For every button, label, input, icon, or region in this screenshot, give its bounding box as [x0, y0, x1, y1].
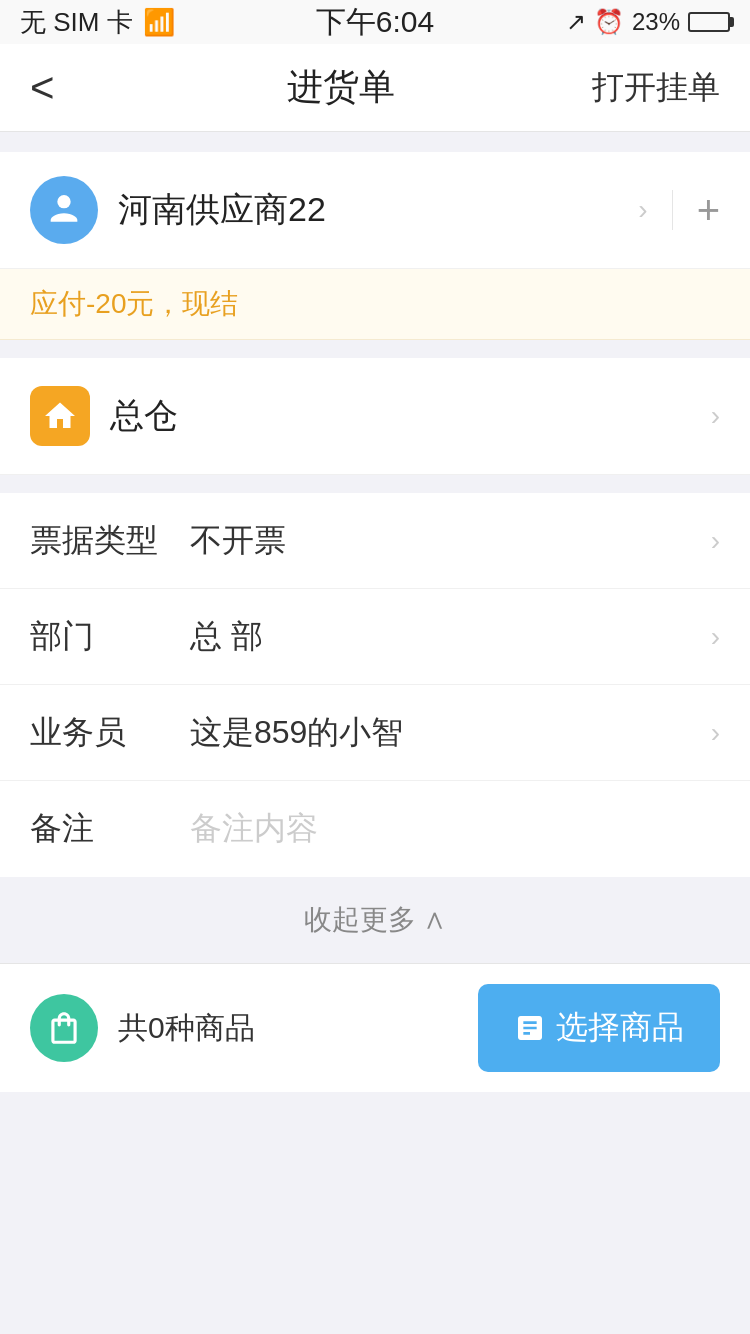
- select-product-button[interactable]: 选择商品: [478, 984, 720, 1072]
- remark-placeholder[interactable]: 备注内容: [190, 807, 720, 851]
- select-product-icon: [514, 1012, 546, 1044]
- warehouse-icon-wrap: [30, 386, 90, 446]
- warehouse-chevron-icon: ›: [711, 400, 720, 432]
- salesperson-value: 这是859的小智: [190, 711, 711, 755]
- product-count-text: 共0种商品: [118, 1008, 478, 1049]
- status-bar-time: 下午6:04: [316, 2, 434, 43]
- remark-row[interactable]: 备注 备注内容: [0, 781, 750, 877]
- warehouse-section: 总仓 ›: [0, 358, 750, 475]
- salesperson-chevron-icon: ›: [711, 717, 720, 749]
- section-divider-2: [0, 340, 750, 358]
- department-row[interactable]: 部门 总 部 ›: [0, 589, 750, 685]
- supplier-section: 河南供应商22 › + 应付-20元，现结: [0, 152, 750, 340]
- status-bar-left: 无 SIM 卡 📶: [20, 5, 175, 40]
- carrier-text: 无 SIM 卡: [20, 5, 133, 40]
- collapse-label: 收起更多 ∧: [304, 901, 447, 939]
- salesperson-label: 业务员: [30, 711, 190, 755]
- department-label: 部门: [30, 615, 190, 659]
- collapse-button[interactable]: 收起更多 ∧: [0, 877, 750, 963]
- svg-point-0: [57, 195, 70, 208]
- department-chevron-icon: ›: [711, 621, 720, 653]
- wifi-icon: 📶: [143, 7, 175, 38]
- person-icon: [44, 190, 84, 230]
- back-button[interactable]: <: [30, 64, 90, 112]
- invoice-type-chevron-icon: ›: [711, 525, 720, 557]
- status-bar-right: ↗ ⏰ 23%: [566, 8, 730, 36]
- supplier-name: 河南供应商22: [118, 187, 638, 233]
- location-icon: ↗: [566, 8, 586, 36]
- supplier-avatar: [30, 176, 98, 244]
- supplier-chevron-icon: ›: [638, 194, 647, 226]
- invoice-type-label: 票据类型: [30, 519, 190, 563]
- form-section: 票据类型 不开票 › 部门 总 部 › 业务员 这是859的小智 › 备注 备注…: [0, 493, 750, 877]
- salesperson-row[interactable]: 业务员 这是859的小智 ›: [0, 685, 750, 781]
- section-divider-3: [0, 475, 750, 493]
- add-supplier-button[interactable]: +: [672, 190, 720, 230]
- remark-label: 备注: [30, 807, 190, 851]
- alarm-icon: ⏰: [594, 8, 624, 36]
- supplier-row[interactable]: 河南供应商22 › +: [0, 152, 750, 269]
- nav-bar: < 进货单 打开挂单: [0, 44, 750, 132]
- bottom-bar: 共0种商品 选择商品: [0, 963, 750, 1092]
- invoice-type-value: 不开票: [190, 519, 711, 563]
- warehouse-name: 总仓: [110, 393, 711, 439]
- shopping-bag-icon: [45, 1009, 83, 1047]
- select-product-label: 选择商品: [556, 1006, 684, 1050]
- warehouse-row[interactable]: 总仓 ›: [0, 358, 750, 475]
- supplier-notice: 应付-20元，现结: [0, 269, 750, 340]
- warehouse-icon: [42, 398, 78, 434]
- battery-percentage: 23%: [632, 8, 680, 36]
- product-count-icon-wrap: [30, 994, 98, 1062]
- status-bar: 无 SIM 卡 📶 下午6:04 ↗ ⏰ 23%: [0, 0, 750, 44]
- department-value: 总 部: [190, 615, 711, 659]
- battery-icon: [688, 12, 730, 32]
- invoice-type-row[interactable]: 票据类型 不开票 ›: [0, 493, 750, 589]
- section-divider-1: [0, 132, 750, 152]
- page-title: 进货单: [287, 63, 395, 112]
- open-pending-button[interactable]: 打开挂单: [592, 66, 720, 110]
